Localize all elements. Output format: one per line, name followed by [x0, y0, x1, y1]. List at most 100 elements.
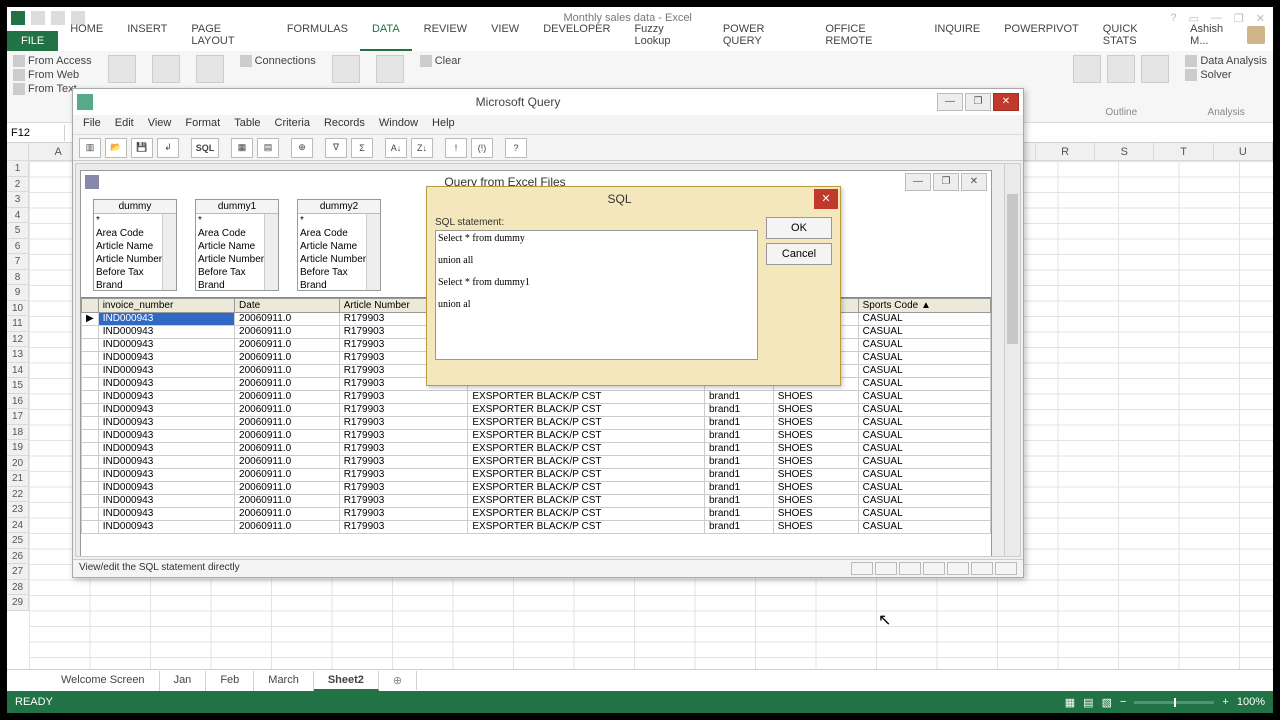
- row-header[interactable]: 20: [7, 456, 29, 472]
- mq-menu-item[interactable]: Format: [185, 117, 220, 132]
- view-normal-icon[interactable]: ▦: [1065, 696, 1075, 709]
- row-header[interactable]: 3: [7, 192, 29, 208]
- tab-inquire[interactable]: INQUIRE: [922, 19, 992, 51]
- row-header[interactable]: 1: [7, 161, 29, 177]
- col-header[interactable]: S: [1095, 143, 1154, 161]
- tab-insert[interactable]: INSERT: [115, 19, 179, 51]
- mq-vscroll[interactable]: [1004, 164, 1020, 556]
- row-header[interactable]: 28: [7, 580, 29, 596]
- mq-menu-item[interactable]: Table: [234, 117, 260, 132]
- clear-button[interactable]: Clear: [420, 55, 461, 67]
- row-header[interactable]: 4: [7, 208, 29, 224]
- name-box[interactable]: F12: [7, 125, 65, 141]
- mq-menu-item[interactable]: Window: [379, 117, 418, 132]
- save-icon[interactable]: [31, 11, 45, 25]
- tab-formulas[interactable]: FORMULAS: [275, 19, 360, 51]
- mq-menu-item[interactable]: Records: [324, 117, 365, 132]
- mq-menu-item[interactable]: Edit: [115, 117, 134, 132]
- tab-developer[interactable]: DEVELOPER: [531, 19, 622, 51]
- tab-home[interactable]: HOME: [58, 19, 115, 51]
- col-header[interactable]: U: [1214, 143, 1273, 161]
- tab-page-layout[interactable]: PAGE LAYOUT: [179, 19, 274, 51]
- row-header[interactable]: 5: [7, 223, 29, 239]
- row-header[interactable]: 18: [7, 425, 29, 441]
- field-list[interactable]: dummy1*Area CodeArticle NameArticle Numb…: [195, 199, 279, 291]
- solver-button[interactable]: Solver: [1185, 69, 1267, 81]
- sort-icon[interactable]: [332, 55, 360, 83]
- col-header[interactable]: T: [1154, 143, 1213, 161]
- mq-return-icon[interactable]: ↲: [157, 138, 179, 158]
- row-header[interactable]: 6: [7, 239, 29, 255]
- existing-conn-icon[interactable]: [152, 55, 180, 83]
- mq-save-icon[interactable]: 💾: [131, 138, 153, 158]
- mq-sort-desc-icon[interactable]: Z↓: [411, 138, 433, 158]
- row-header[interactable]: 7: [7, 254, 29, 270]
- select-all-corner[interactable]: [7, 143, 29, 161]
- sheet-tab[interactable]: Jan: [160, 671, 207, 691]
- row-header[interactable]: 22: [7, 487, 29, 503]
- mq-close-button[interactable]: ✕: [993, 93, 1019, 111]
- sheet-tab[interactable]: Welcome Screen: [47, 671, 160, 691]
- mq-menu-item[interactable]: Help: [432, 117, 455, 132]
- mq-help-icon[interactable]: ?: [505, 138, 527, 158]
- mq-auto-icon[interactable]: (!): [471, 138, 493, 158]
- row-header[interactable]: 10: [7, 301, 29, 317]
- tab-view[interactable]: VIEW: [479, 19, 531, 51]
- subtotal-icon[interactable]: [1141, 55, 1169, 83]
- from-web-button[interactable]: From Web: [13, 69, 92, 81]
- refresh-icon[interactable]: [196, 55, 224, 83]
- zoom-controls[interactable]: ▦ ▤ ▧ −+ 100%: [1065, 696, 1265, 709]
- row-header[interactable]: 14: [7, 363, 29, 379]
- tab-office-remote[interactable]: OFFICE REMOTE: [813, 19, 922, 51]
- tab-fuzzy-lookup[interactable]: Fuzzy Lookup: [622, 19, 710, 51]
- row-header[interactable]: 13: [7, 347, 29, 363]
- filter-icon[interactable]: [376, 55, 404, 83]
- row-header[interactable]: 25: [7, 533, 29, 549]
- mq-sort-asc-icon[interactable]: A↓: [385, 138, 407, 158]
- row-header[interactable]: 21: [7, 471, 29, 487]
- mq-menu-item[interactable]: File: [83, 117, 101, 132]
- mq-tables-icon[interactable]: ▦: [231, 138, 253, 158]
- row-header[interactable]: 12: [7, 332, 29, 348]
- connections-button[interactable]: Connections: [240, 55, 316, 67]
- mq-exec-icon[interactable]: !: [445, 138, 467, 158]
- row-header[interactable]: 11: [7, 316, 29, 332]
- user-account[interactable]: Ashish M...: [1182, 19, 1273, 51]
- row-header[interactable]: 2: [7, 177, 29, 193]
- qfe-maximize-button[interactable]: ❐: [933, 173, 959, 191]
- mq-sum-icon[interactable]: Σ: [351, 138, 373, 158]
- qfe-close-button[interactable]: ✕: [961, 173, 987, 191]
- row-header[interactable]: 24: [7, 518, 29, 534]
- from-access-button[interactable]: From Access: [13, 55, 92, 67]
- mq-open-icon[interactable]: 📂: [105, 138, 127, 158]
- row-header[interactable]: 16: [7, 394, 29, 410]
- field-list[interactable]: dummy*Area CodeArticle NameArticle Numbe…: [93, 199, 177, 291]
- row-header[interactable]: 27: [7, 564, 29, 580]
- mq-sql-button[interactable]: SQL: [191, 138, 219, 158]
- field-list[interactable]: dummy2*Area CodeArticle NameArticle Numb…: [297, 199, 381, 291]
- sheet-tab[interactable]: March: [254, 671, 314, 691]
- col-header[interactable]: R: [1036, 143, 1095, 161]
- sheet-tab[interactable]: Feb: [206, 671, 254, 691]
- tab-review[interactable]: REVIEW: [412, 19, 479, 51]
- ungroup-icon[interactable]: [1107, 55, 1135, 83]
- sql-dialog-close-button[interactable]: ✕: [814, 189, 838, 209]
- row-header[interactable]: 17: [7, 409, 29, 425]
- row-header[interactable]: 9: [7, 285, 29, 301]
- tab-powerpivot[interactable]: POWERPIVOT: [992, 19, 1091, 51]
- group-icon[interactable]: [1073, 55, 1101, 83]
- row-header[interactable]: 19: [7, 440, 29, 456]
- mq-criteria-icon[interactable]: ▤: [257, 138, 279, 158]
- row-header[interactable]: 29: [7, 595, 29, 611]
- sql-textarea[interactable]: [435, 230, 758, 360]
- mq-menu-item[interactable]: Criteria: [275, 117, 310, 132]
- mq-menu-item[interactable]: View: [148, 117, 172, 132]
- cancel-button[interactable]: Cancel: [766, 243, 832, 265]
- view-break-icon[interactable]: ▧: [1102, 696, 1112, 709]
- row-header[interactable]: 8: [7, 270, 29, 286]
- ok-button[interactable]: OK: [766, 217, 832, 239]
- row-header[interactable]: 26: [7, 549, 29, 565]
- mq-new-icon[interactable]: ▥: [79, 138, 101, 158]
- other-sources-icon[interactable]: [108, 55, 136, 83]
- mq-maximize-button[interactable]: ❐: [965, 93, 991, 111]
